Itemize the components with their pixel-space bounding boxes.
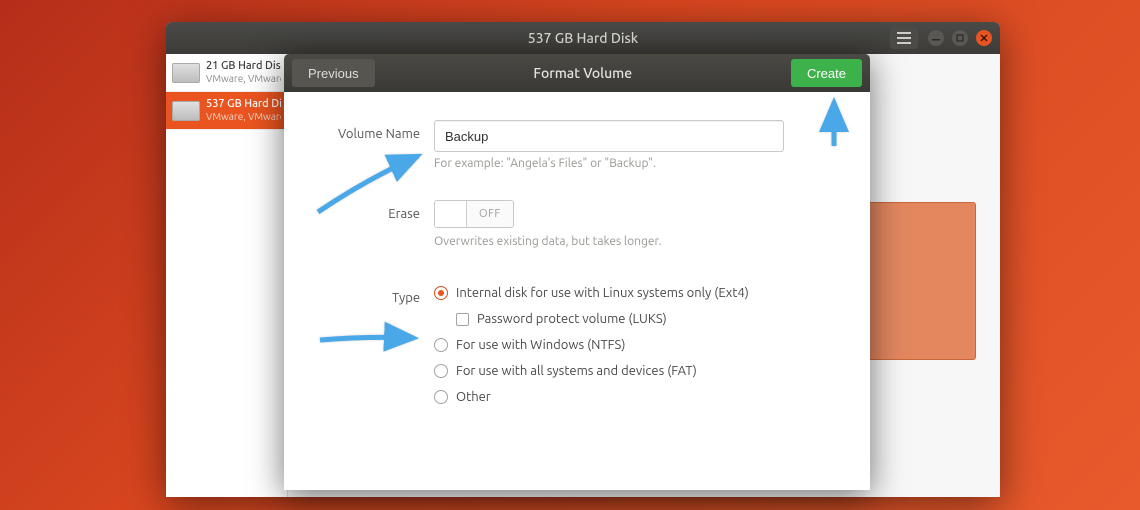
type-option-label: Internal disk for use with Linux systems… bbox=[456, 286, 749, 300]
toggle-state: OFF bbox=[467, 201, 513, 227]
minimize-icon bbox=[932, 34, 940, 42]
disk-subtitle: VMware, VMware bbox=[206, 73, 281, 85]
type-option-luks[interactable]: Password protect volume (LUKS) bbox=[456, 312, 842, 326]
checkbox-icon bbox=[456, 313, 469, 326]
erase-label: Erase bbox=[312, 200, 434, 221]
create-button[interactable]: Create bbox=[791, 59, 862, 87]
type-option-fat[interactable]: For use with all systems and devices (FA… bbox=[434, 364, 842, 378]
type-option-label: Other bbox=[456, 390, 491, 404]
type-option-label: Password protect volume (LUKS) bbox=[477, 312, 667, 326]
volume-name-hint: For example: "Angela's Files" or "Backup… bbox=[434, 157, 842, 170]
erase-hint: Overwrites existing data, but takes long… bbox=[434, 235, 842, 248]
window-controls bbox=[928, 30, 992, 46]
window-title: 537 GB Hard Disk bbox=[528, 30, 638, 46]
volume-name-input[interactable] bbox=[434, 120, 784, 152]
toggle-knob-icon bbox=[435, 201, 467, 227]
dialog-title: Format Volume bbox=[533, 65, 632, 81]
harddisk-icon bbox=[172, 101, 200, 121]
radio-icon bbox=[434, 364, 448, 378]
app-menu-button[interactable] bbox=[890, 27, 918, 49]
maximize-button[interactable] bbox=[952, 30, 968, 46]
erase-toggle[interactable]: OFF bbox=[434, 200, 514, 228]
radio-icon bbox=[434, 390, 448, 404]
previous-button[interactable]: Previous bbox=[292, 59, 375, 87]
disk-sidebar: 21 GB Hard Disk VMware, VMware 537 GB Ha… bbox=[166, 54, 288, 497]
close-icon bbox=[980, 34, 988, 42]
type-option-label: For use with Windows (NTFS) bbox=[456, 338, 625, 352]
type-label: Type bbox=[312, 284, 434, 305]
hamburger-icon bbox=[897, 32, 911, 44]
titlebar: 537 GB Hard Disk bbox=[166, 22, 1000, 54]
disk-subtitle: VMware, VMware bbox=[206, 111, 281, 123]
disk-title: 537 GB Hard Disk bbox=[206, 98, 281, 111]
type-option-ext4[interactable]: Internal disk for use with Linux systems… bbox=[434, 286, 842, 300]
disk-item-537gb[interactable]: 537 GB Hard Disk VMware, VMware bbox=[166, 92, 287, 130]
radio-icon bbox=[434, 338, 448, 352]
dialog-header: Previous Format Volume Create bbox=[284, 54, 870, 92]
format-volume-dialog: Previous Format Volume Create Volume Nam… bbox=[284, 54, 870, 490]
maximize-icon bbox=[956, 34, 964, 42]
type-option-ntfs[interactable]: For use with Windows (NTFS) bbox=[434, 338, 842, 352]
disk-item-21gb[interactable]: 21 GB Hard Disk VMware, VMware bbox=[166, 54, 287, 92]
close-button[interactable] bbox=[976, 30, 992, 46]
type-option-other[interactable]: Other bbox=[434, 390, 842, 404]
radio-icon bbox=[434, 286, 448, 300]
type-radio-group: Internal disk for use with Linux systems… bbox=[434, 284, 842, 404]
volume-name-label: Volume Name bbox=[312, 120, 434, 141]
disk-title: 21 GB Hard Disk bbox=[206, 60, 281, 73]
minimize-button[interactable] bbox=[928, 30, 944, 46]
harddisk-icon bbox=[172, 63, 200, 83]
type-option-label: For use with all systems and devices (FA… bbox=[456, 364, 697, 378]
